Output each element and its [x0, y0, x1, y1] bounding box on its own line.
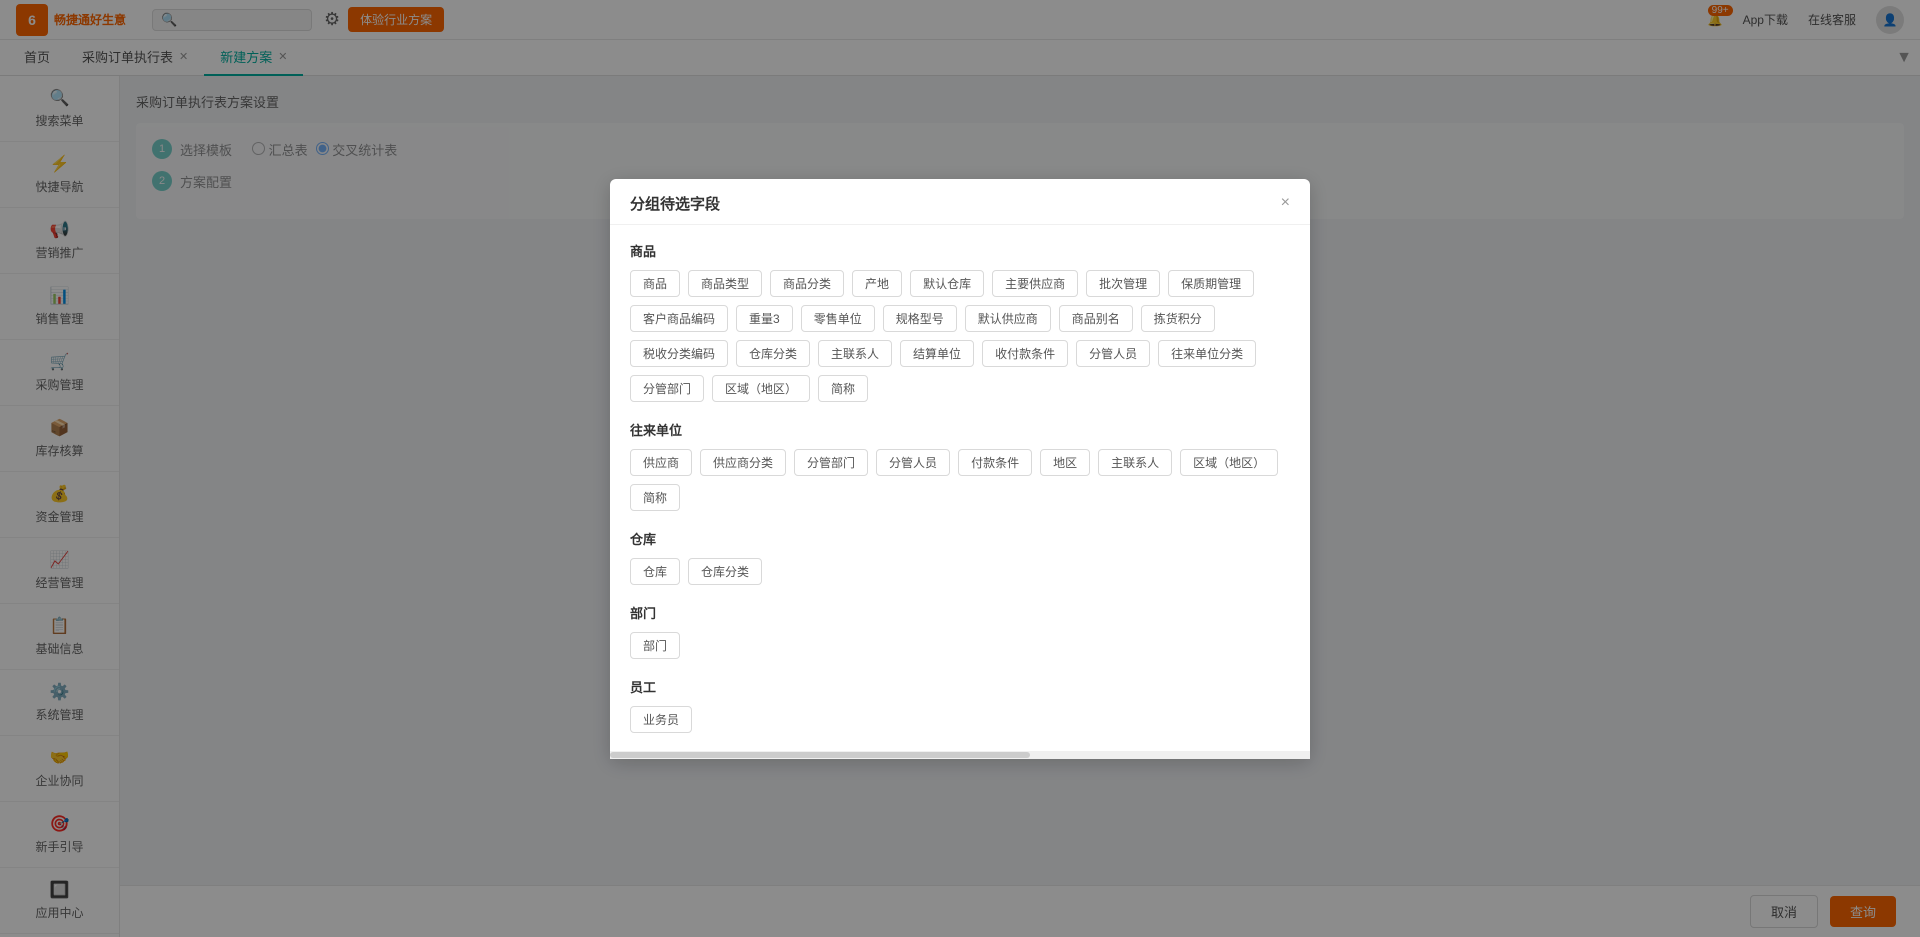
- field-section-往来单位: 往来单位供应商供应商分类分管部门分管人员付款条件地区主联系人区域（地区） 简称: [630, 420, 1290, 511]
- field-chips: 仓库仓库分类: [630, 558, 1290, 585]
- field-chip[interactable]: 拣货积分: [1141, 305, 1215, 332]
- field-chip[interactable]: 往来单位分类: [1158, 340, 1256, 367]
- field-chip[interactable]: 零售单位: [801, 305, 875, 332]
- field-chip[interactable]: 商品类型: [688, 270, 762, 297]
- field-section-商品: 商品商品商品类型商品分类产地默认仓库主要供应商批次管理保质期管理客户商品编码重量…: [630, 241, 1290, 402]
- field-chips: 供应商供应商分类分管部门分管人员付款条件地区主联系人区域（地区） 简称: [630, 449, 1290, 511]
- field-chip[interactable]: 商品分类: [770, 270, 844, 297]
- field-chip[interactable]: 供应商分类: [700, 449, 786, 476]
- field-chip[interactable]: 保质期管理: [1168, 270, 1254, 297]
- field-chip[interactable]: 默认仓库: [910, 270, 984, 297]
- field-chip[interactable]: 付款条件: [958, 449, 1032, 476]
- field-chip[interactable]: 分管人员: [876, 449, 950, 476]
- field-chip[interactable]: 简称: [630, 484, 680, 511]
- field-chips: 部门: [630, 632, 1290, 659]
- field-chips: 商品商品类型商品分类产地默认仓库主要供应商批次管理保质期管理客户商品编码重量3 零…: [630, 270, 1290, 402]
- field-chip[interactable]: 规格型号: [883, 305, 957, 332]
- field-chip[interactable]: 结算单位: [900, 340, 974, 367]
- field-chip[interactable]: 仓库: [630, 558, 680, 585]
- field-chip[interactable]: 批次管理: [1086, 270, 1160, 297]
- field-section-员工: 员工业务员: [630, 677, 1290, 733]
- field-chip[interactable]: 分管人员: [1076, 340, 1150, 367]
- section-title: 员工: [630, 677, 1290, 696]
- modal-header: 分组待选字段 ×: [610, 179, 1310, 225]
- field-chip[interactable]: 默认供应商: [965, 305, 1051, 332]
- section-title: 部门: [630, 603, 1290, 622]
- field-chip[interactable]: 商品别名: [1059, 305, 1133, 332]
- field-chip[interactable]: 客户商品编码: [630, 305, 728, 332]
- modal-close-btn[interactable]: ×: [1281, 194, 1290, 212]
- field-chip[interactable]: 简称: [818, 375, 868, 402]
- section-title: 往来单位: [630, 420, 1290, 439]
- modal-horizontal-scrollbar[interactable]: [610, 751, 1310, 759]
- field-chip[interactable]: 收付款条件: [982, 340, 1068, 367]
- field-chip[interactable]: 分管部门: [794, 449, 868, 476]
- field-chip[interactable]: 区域（地区）: [1180, 449, 1278, 476]
- field-chip[interactable]: 主要供应商: [992, 270, 1078, 297]
- field-section-仓库: 仓库仓库仓库分类: [630, 529, 1290, 585]
- field-section-部门: 部门部门: [630, 603, 1290, 659]
- field-chip[interactable]: 商品: [630, 270, 680, 297]
- field-chip[interactable]: 主联系人: [1098, 449, 1172, 476]
- field-select-modal: 分组待选字段 × 商品商品商品类型商品分类产地默认仓库主要供应商批次管理保质期管…: [610, 179, 1310, 759]
- field-chip[interactable]: 重量3: [736, 305, 793, 332]
- field-chip[interactable]: 地区: [1040, 449, 1090, 476]
- field-chip[interactable]: 税收分类编码: [630, 340, 728, 367]
- section-title: 商品: [630, 241, 1290, 260]
- field-chip[interactable]: 业务员: [630, 706, 692, 733]
- section-title: 仓库: [630, 529, 1290, 548]
- field-chip[interactable]: 仓库分类: [688, 558, 762, 585]
- scrollbar-thumb: [610, 752, 1030, 758]
- field-chips: 业务员: [630, 706, 1290, 733]
- modal-overlay: 分组待选字段 × 商品商品商品类型商品分类产地默认仓库主要供应商批次管理保质期管…: [0, 0, 1920, 937]
- field-chip[interactable]: 主联系人: [818, 340, 892, 367]
- field-chip[interactable]: 区域（地区）: [712, 375, 810, 402]
- field-chip[interactable]: 部门: [630, 632, 680, 659]
- field-chip[interactable]: 分管部门: [630, 375, 704, 402]
- modal-title: 分组待选字段: [630, 193, 720, 214]
- modal-body: 商品商品商品类型商品分类产地默认仓库主要供应商批次管理保质期管理客户商品编码重量…: [610, 225, 1310, 751]
- field-chip[interactable]: 产地: [852, 270, 902, 297]
- field-chip[interactable]: 仓库分类: [736, 340, 810, 367]
- field-chip[interactable]: 供应商: [630, 449, 692, 476]
